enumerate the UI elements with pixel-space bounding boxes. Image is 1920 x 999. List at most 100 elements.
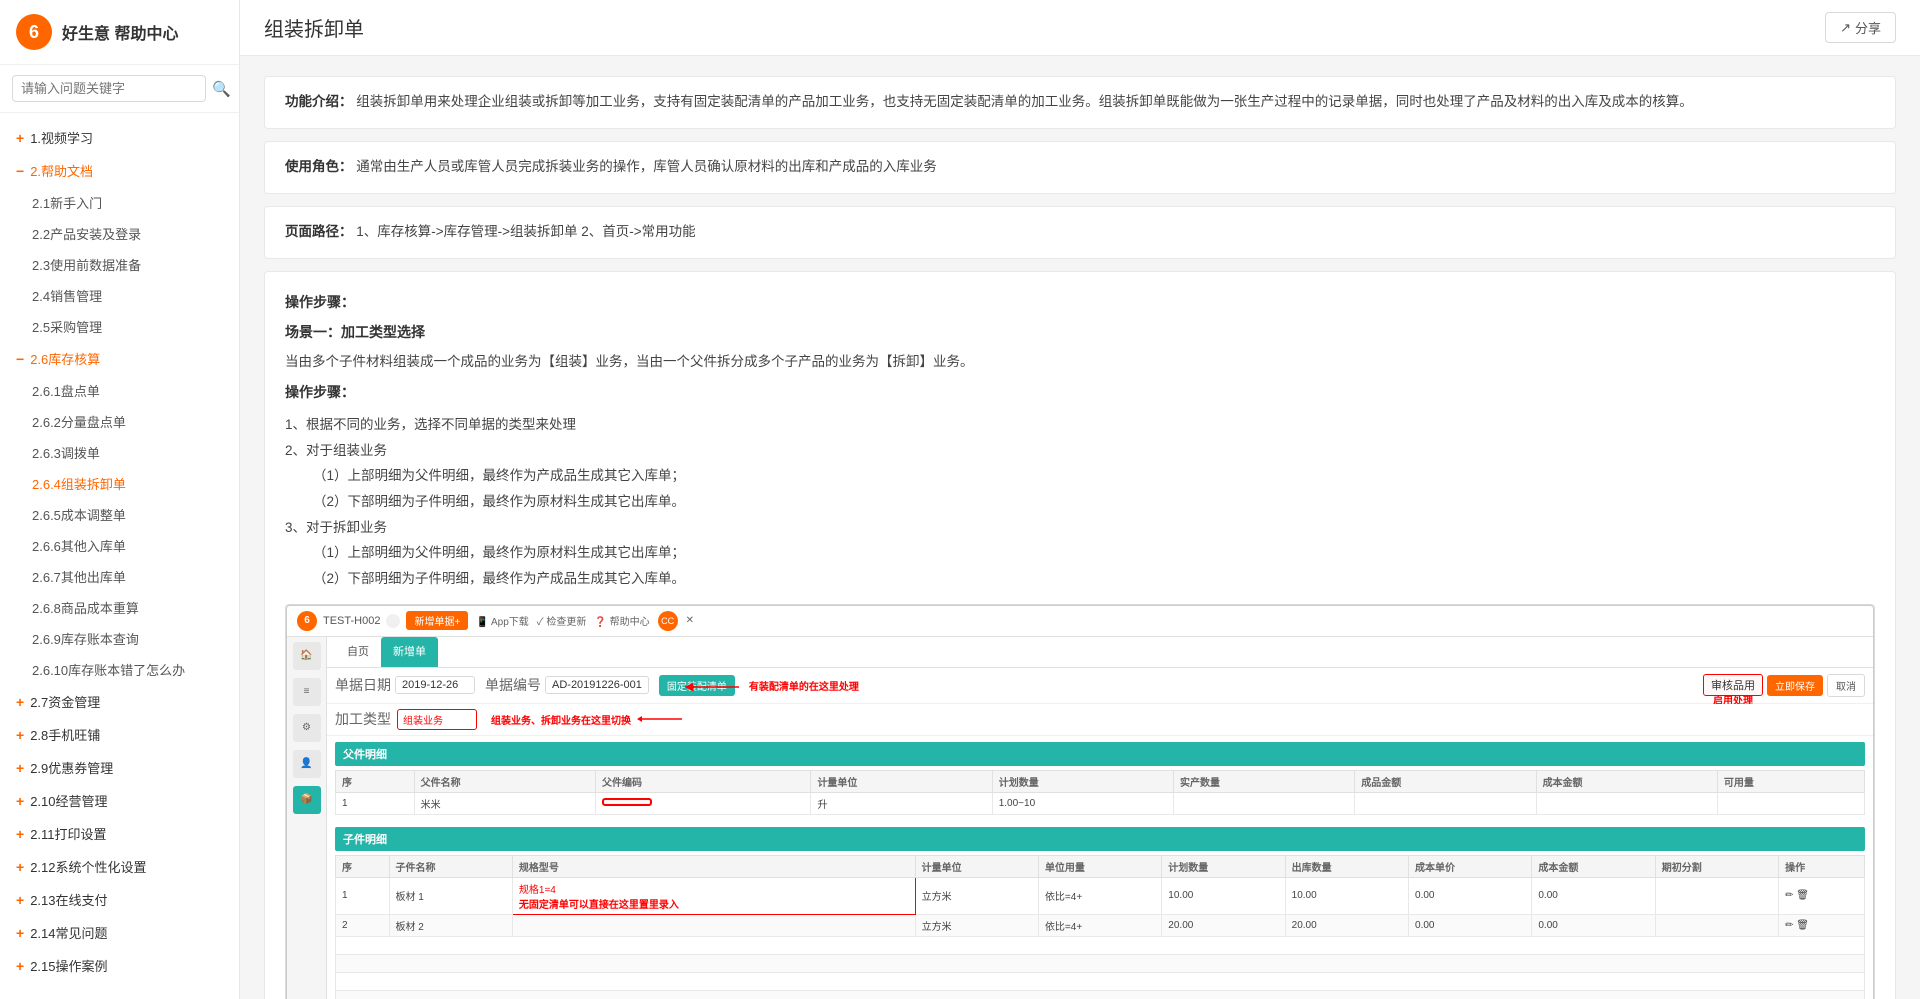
mock-th-usage: 单位用量 bbox=[1038, 855, 1161, 877]
sidebar-item-label: 2.6库存核算 bbox=[30, 349, 100, 368]
mock-assemble-btn-area: 固定装配清单 有装配清单的在这里处理 bbox=[659, 675, 859, 696]
mock-td: 10.00 bbox=[1162, 877, 1285, 914]
screenshot-container: 6 TEST-H002 新增单据+ 📱 App下载 ✓ 检查更新 ❓ 帮助中心 … bbox=[285, 604, 1875, 999]
sidebar-item-coupon[interactable]: + 2.9优惠券管理 bbox=[0, 751, 239, 784]
plus-icon: + bbox=[16, 892, 24, 908]
mock-nav-settings[interactable]: ⚙ bbox=[293, 714, 321, 742]
mock-td-seq: 1 bbox=[336, 792, 415, 814]
sidebar-sub-label: 2.3使用前数据准备 bbox=[32, 255, 141, 274]
sidebar-sub-label: 2.6.7其他出库单 bbox=[32, 567, 126, 586]
scene1-desc: 当由多个子件材料组装成一个成品的业务为【组装】业务，当由一个父件拆分成多个子产品… bbox=[285, 350, 1875, 374]
sidebar-item-sales[interactable]: 2.4销售管理 bbox=[0, 280, 239, 311]
mock-th-name: 父件名称 bbox=[414, 770, 595, 792]
sidebar-item-install[interactable]: 2.2产品安装及登录 bbox=[0, 218, 239, 249]
step2: 2、对于组装业务 bbox=[285, 438, 1875, 464]
sidebar-item-stock-query[interactable]: 2.6.9库存账本查询 bbox=[0, 623, 239, 654]
sidebar-item-label: 2.12系统个性化设置 bbox=[30, 857, 146, 876]
sidebar-sub-label: 2.6.5成本调整单 bbox=[32, 505, 126, 524]
share-label: 分享 bbox=[1855, 18, 1881, 37]
sidebar-item-docs[interactable]: − 2.帮助文档 bbox=[0, 154, 239, 187]
sidebar-item-ops[interactable]: + 2.10经营管理 bbox=[0, 784, 239, 817]
mock-th-plan: 计划数量 bbox=[992, 770, 1173, 792]
mock-td-name: 米米 bbox=[414, 792, 595, 814]
sidebar-item-partial-count[interactable]: 2.6.2分量盘点单 bbox=[0, 406, 239, 437]
mock-new-btn[interactable]: 新增单据+ bbox=[406, 611, 468, 630]
mock-td-product bbox=[1355, 792, 1536, 814]
annotation2-text: 组装业务、拆卸业务在这里切换 bbox=[491, 712, 631, 727]
mock-td: ✏ 🗑 bbox=[1779, 914, 1865, 936]
mock-content-area: 🏠 ≡ ⚙ 👤 📦 自页 新增单 bbox=[287, 637, 1873, 999]
mock-td: ✏ 🗑 bbox=[1779, 877, 1865, 914]
mock-date-field: 单据日期 2019-12-26 bbox=[335, 675, 475, 695]
mock-date-label: 单据日期 bbox=[335, 675, 391, 695]
mock-td: 板材 1 bbox=[389, 877, 512, 914]
sidebar-item-other-in[interactable]: 2.6.6其他入库单 bbox=[0, 530, 239, 561]
mock-td-cost bbox=[1536, 792, 1717, 814]
logo-icon: 6 bbox=[16, 14, 52, 50]
sidebar-item-count[interactable]: 2.6.1盘点单 bbox=[0, 375, 239, 406]
mock-nav-home[interactable]: 🏠 bbox=[293, 642, 321, 670]
step1: 1、根据不同的业务，选择不同单据的类型来处理 bbox=[285, 412, 1875, 438]
mock-date-value[interactable]: 2019-12-26 bbox=[395, 676, 475, 694]
table-row: 2 板材 2 立方米 依比=4+ 20.00 20.00 0.00 bbox=[336, 914, 1865, 936]
mock-th-code: 父件编码 bbox=[595, 770, 810, 792]
mock-child-section: 子件明细 序 子件名称 规格型号 计量单位 单位用量 bbox=[327, 821, 1873, 999]
mock-save-btn[interactable]: 立即保存 bbox=[1767, 675, 1823, 696]
search-area: 🔍 bbox=[0, 65, 239, 113]
sidebar-sub-label: 2.2产品安装及登录 bbox=[32, 224, 141, 243]
sidebar-item-personalize[interactable]: + 2.12系统个性化设置 bbox=[0, 850, 239, 883]
mock-type-value[interactable]: 组装业务 bbox=[397, 709, 477, 730]
mock-nav-active[interactable]: 📦 bbox=[293, 786, 321, 814]
mock-cancel-btn[interactable]: 取消 bbox=[1827, 674, 1865, 697]
mock-th-unit: 计量单位 bbox=[915, 855, 1038, 877]
mock-close[interactable]: ✕ bbox=[686, 615, 694, 626]
mock-form-header: 单据日期 2019-12-26 单据编号 AD-20191226-001 bbox=[327, 668, 1873, 704]
path-label: 页面路径： bbox=[285, 224, 353, 239]
search-button[interactable]: 🔍 bbox=[212, 80, 231, 98]
sidebar-item-new-user[interactable]: 2.1新手入门 bbox=[0, 187, 239, 218]
sidebar-item-finance[interactable]: + 2.7资金管理 bbox=[0, 685, 239, 718]
share-button[interactable]: ↗ 分享 bbox=[1825, 12, 1896, 43]
sidebar-item-cost-recalc[interactable]: 2.6.8商品成本重算 bbox=[0, 592, 239, 623]
mock-td: 0.00 bbox=[1409, 877, 1532, 914]
logo-text: 好生意 帮助中心 bbox=[62, 20, 178, 44]
mock-td: 0.00 bbox=[1532, 914, 1655, 936]
sidebar: 6 好生意 帮助中心 🔍 + 1.视频学习 − 2.帮助文档 2.1新手入门 2… bbox=[0, 0, 240, 999]
mock-parent-table: 序 父件名称 父件编码 计量单位 计划数量 实产数量 成品金额 成本金额 bbox=[335, 770, 1865, 815]
sidebar-item-data-prep[interactable]: 2.3使用前数据准备 bbox=[0, 249, 239, 280]
mock-order-value[interactable]: AD-20191226-001 bbox=[545, 676, 649, 694]
sidebar-item-other-out[interactable]: 2.6.7其他出库单 bbox=[0, 561, 239, 592]
sidebar-item-online-pay[interactable]: + 2.13在线支付 bbox=[0, 883, 239, 916]
sidebar-item-video[interactable]: + 1.视频学习 bbox=[0, 121, 239, 154]
mock-nav-person[interactable]: 👤 bbox=[293, 750, 321, 778]
op-steps2-title: 操作步骤： bbox=[285, 382, 1875, 402]
sidebar-item-label: 2.帮助文档 bbox=[30, 161, 93, 180]
search-input[interactable] bbox=[12, 75, 206, 102]
mock-nav-list[interactable]: ≡ bbox=[293, 678, 321, 706]
sidebar-item-cases[interactable]: + 2.15操作案例 bbox=[0, 949, 239, 982]
sidebar-item-stock-error[interactable]: 2.6.10库存账本错了怎么办 bbox=[0, 654, 239, 685]
mock-code-input[interactable] bbox=[602, 798, 652, 806]
path-section: 页面路径： 1、库存核算->库存管理->组装拆卸单 2、首页->常用功能 bbox=[264, 206, 1896, 259]
sidebar-nav: + 1.视频学习 − 2.帮助文档 2.1新手入门 2.2产品安装及登录 2.3… bbox=[0, 113, 239, 999]
intro-label: 功能介绍： bbox=[285, 94, 353, 109]
mock-th-seq: 序 bbox=[336, 855, 390, 877]
sidebar-sub-label: 2.6.3调拨单 bbox=[32, 443, 100, 462]
path-text: 1、库存核算->库存管理->组装拆卸单 2、首页->常用功能 bbox=[356, 224, 695, 239]
sidebar-item-mobile[interactable]: + 2.8手机旺铺 bbox=[0, 718, 239, 751]
sidebar-item-print[interactable]: + 2.11打印设置 bbox=[0, 817, 239, 850]
mock-tab-new[interactable]: 新增单 bbox=[381, 637, 438, 667]
mock-tab-list[interactable]: 自页 bbox=[335, 637, 381, 667]
sidebar-item-inventory[interactable]: − 2.6库存核算 bbox=[0, 342, 239, 375]
sidebar-item-faq[interactable]: + 2.14常见问题 bbox=[0, 916, 239, 949]
mock-tab-bar: 自页 新增单 bbox=[327, 637, 1873, 668]
plus-icon: + bbox=[16, 130, 24, 146]
mock-type-label: 加工类型 bbox=[335, 709, 391, 729]
mock-child-header: 子件明细 bbox=[335, 827, 1865, 851]
mock-th-actual: 实产数量 bbox=[1174, 770, 1355, 792]
sidebar-item-adjust[interactable]: 2.6.3调拨单 bbox=[0, 437, 239, 468]
sidebar-item-cost-adjust[interactable]: 2.6.5成本调整单 bbox=[0, 499, 239, 530]
sidebar-item-purchase[interactable]: 2.5采购管理 bbox=[0, 311, 239, 342]
sidebar-item-assemble[interactable]: 2.6.4组装拆卸单 bbox=[0, 468, 239, 499]
intro-text: 组装拆卸单用来处理企业组装或拆卸等加工业务，支持有固定装配清单的产品加工业务，也… bbox=[356, 94, 1693, 109]
